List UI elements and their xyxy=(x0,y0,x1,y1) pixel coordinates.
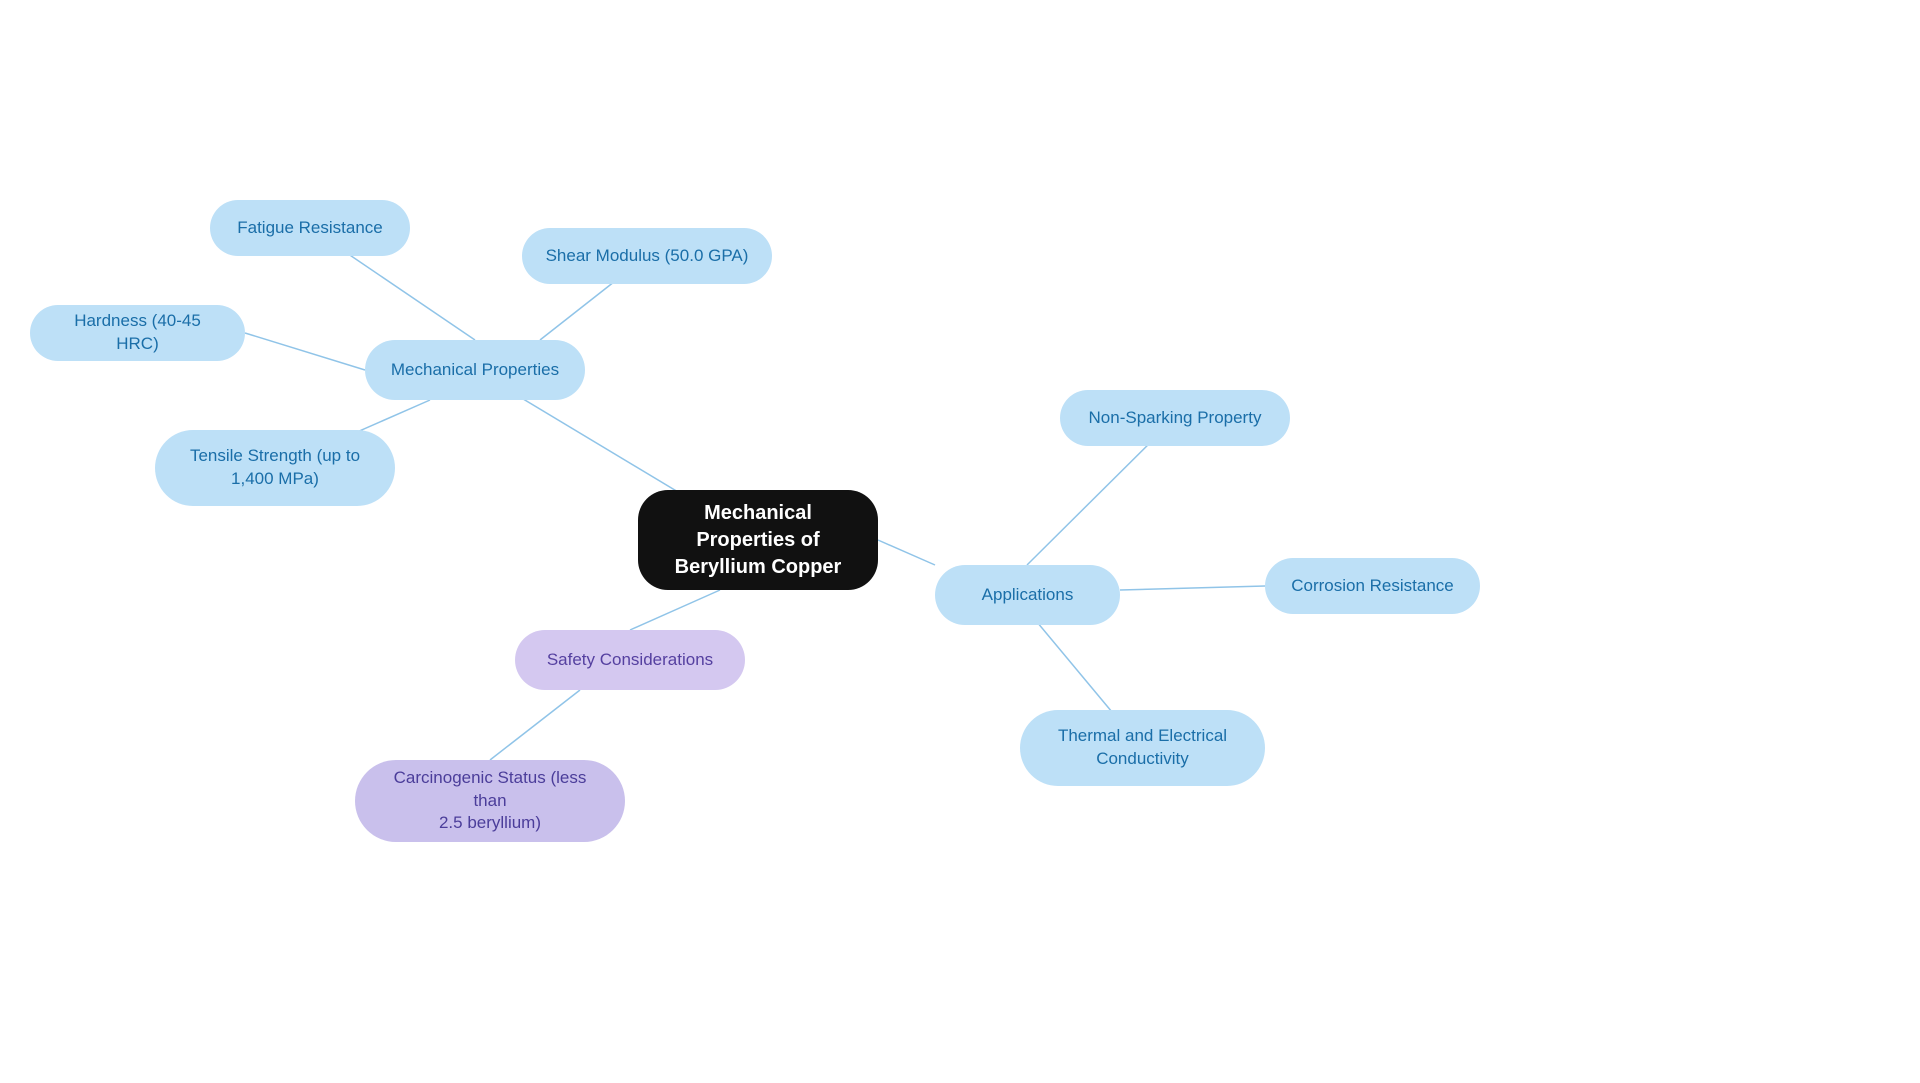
node-thermal-label: Thermal and Electrical Conductivity xyxy=(1058,725,1227,771)
node-safety-considerations: Safety Considerations xyxy=(515,630,745,690)
node-thermal-electrical: Thermal and Electrical Conductivity xyxy=(1020,710,1265,786)
node-non-sparking: Non-Sparking Property xyxy=(1060,390,1290,446)
node-corrosion-label: Corrosion Resistance xyxy=(1291,575,1454,598)
node-shear-label: Shear Modulus (50.0 GPA) xyxy=(546,245,749,268)
node-fatigue-resistance: Fatigue Resistance xyxy=(210,200,410,256)
node-carcinogenic-status: Carcinogenic Status (less than 2.5 beryl… xyxy=(355,760,625,842)
connections-svg xyxy=(0,0,1920,1083)
node-applications: Applications xyxy=(935,565,1120,625)
node-hardness-label: Hardness (40-45 HRC) xyxy=(52,310,223,356)
node-mechanical-properties-label: Mechanical Properties xyxy=(391,359,559,382)
node-applications-label: Applications xyxy=(982,584,1074,607)
node-tensile-label: Tensile Strength (up to 1,400 MPa) xyxy=(177,445,373,491)
node-corrosion-resistance: Corrosion Resistance xyxy=(1265,558,1480,614)
node-tensile-strength: Tensile Strength (up to 1,400 MPa) xyxy=(155,430,395,506)
node-safety-label: Safety Considerations xyxy=(547,649,713,672)
node-mechanical-properties: Mechanical Properties xyxy=(365,340,585,400)
node-hardness: Hardness (40-45 HRC) xyxy=(30,305,245,361)
center-label: Mechanical Properties of Beryllium Coppe… xyxy=(660,500,856,581)
node-carcinogenic-label: Carcinogenic Status (less than 2.5 beryl… xyxy=(377,767,603,836)
node-shear-modulus: Shear Modulus (50.0 GPA) xyxy=(522,228,772,284)
node-non-sparking-label: Non-Sparking Property xyxy=(1089,407,1262,430)
center-node: Mechanical Properties of Beryllium Coppe… xyxy=(638,490,878,590)
node-fatigue-label: Fatigue Resistance xyxy=(237,217,383,240)
